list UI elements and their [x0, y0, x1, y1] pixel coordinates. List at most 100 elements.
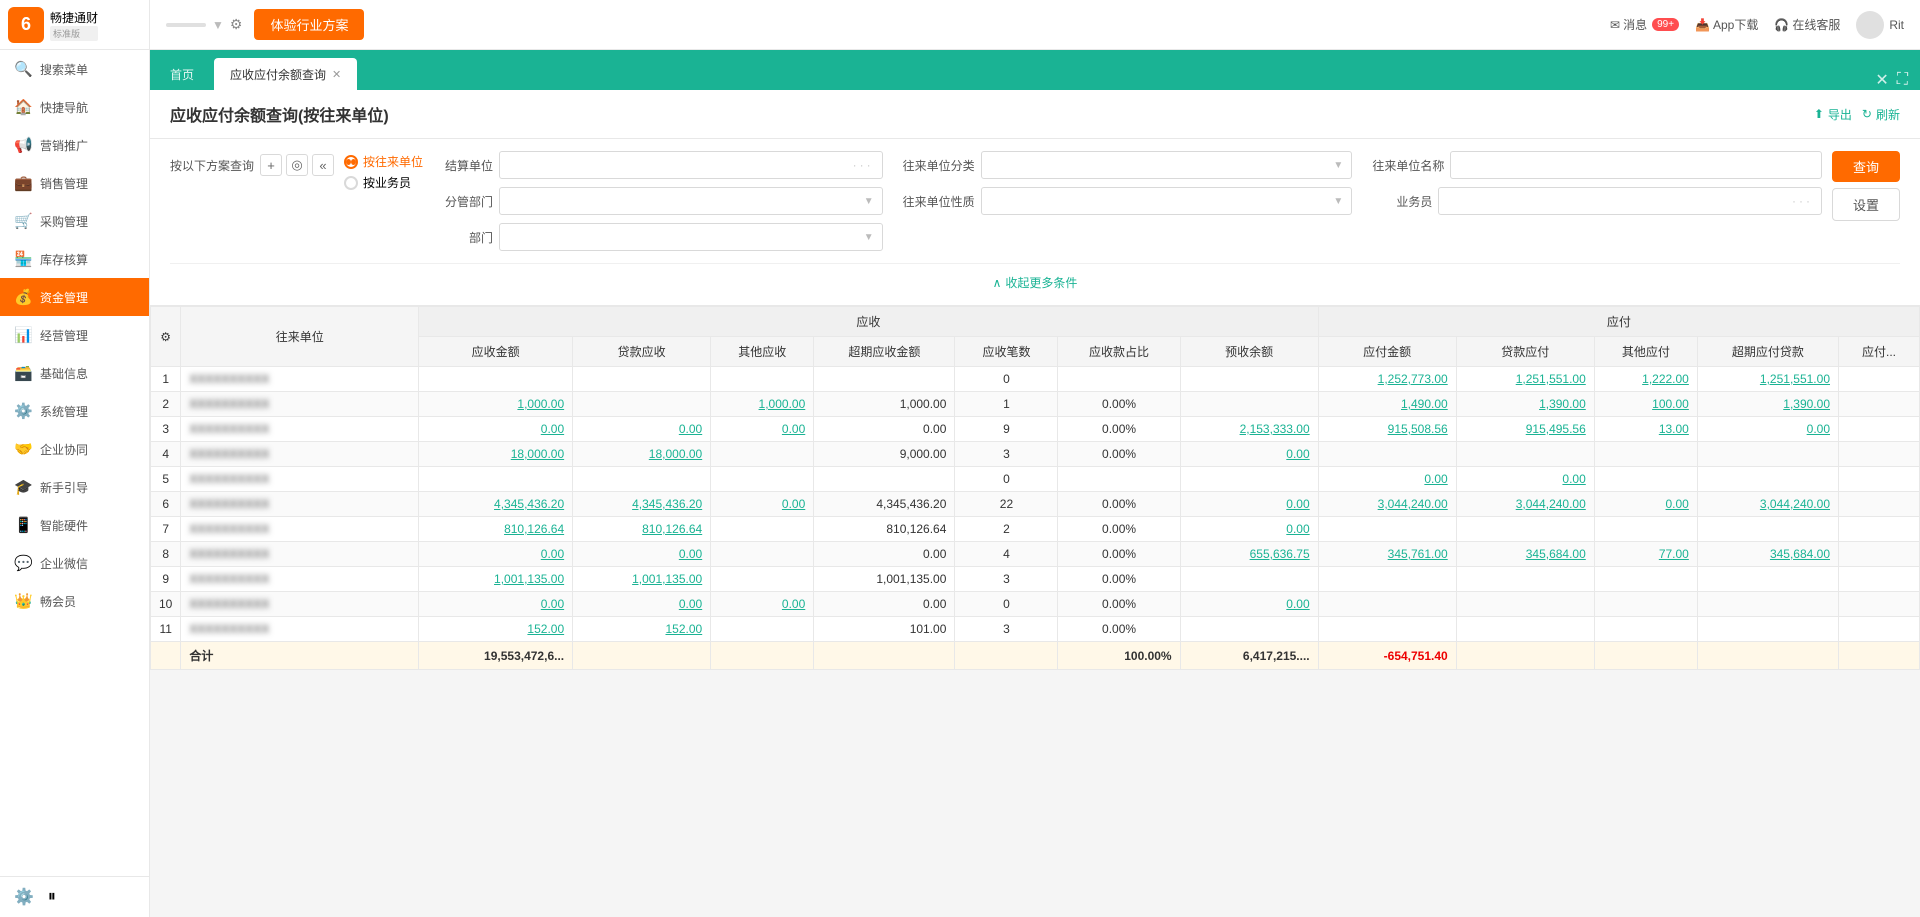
sidebar-item-quick-nav[interactable]: 🏠 快捷导航: [0, 88, 149, 126]
sidebar-item-guide[interactable]: 🎓 新手引导: [0, 468, 149, 506]
table-cell-link[interactable]: 13.00: [1659, 422, 1689, 436]
salesman-input[interactable]: ···: [1438, 187, 1822, 215]
settlement-unit-input[interactable]: ···: [499, 151, 883, 179]
table-cell-link[interactable]: 3,044,240.00: [1760, 497, 1830, 511]
dept-input[interactable]: ▼: [499, 223, 883, 251]
sidebar-item-collab[interactable]: 🤝 企业协同: [0, 430, 149, 468]
table-cell-link[interactable]: 18,000.00: [649, 447, 702, 461]
table-cell-link[interactable]: 0.00: [541, 422, 564, 436]
table-cell-link[interactable]: 152.00: [665, 622, 702, 636]
table-cell-link[interactable]: 0.00: [541, 597, 564, 611]
table-cell-link[interactable]: 0.00: [1286, 447, 1309, 461]
table-cell-link[interactable]: 0.00: [679, 547, 702, 561]
gear-icon[interactable]: ⚙: [230, 16, 243, 33]
table-cell: XXXXXXXXXX: [181, 517, 419, 542]
scheme-radio-by-salesman[interactable]: 按业务员: [344, 174, 423, 191]
dept-manager-input[interactable]: ▼: [499, 187, 883, 215]
table-cell-link[interactable]: 345,684.00: [1526, 547, 1586, 561]
table-cell-link[interactable]: 0.00: [782, 597, 805, 611]
table-cell-link[interactable]: 1,251,551.00: [1516, 372, 1586, 386]
sidebar-item-hardware[interactable]: 📱 智能硬件: [0, 506, 149, 544]
sidebar-item-inventory[interactable]: 🏪 库存核算: [0, 240, 149, 278]
table-cell-link[interactable]: 915,495.56: [1526, 422, 1586, 436]
table-cell-link[interactable]: 1,390.00: [1783, 397, 1830, 411]
table-cell-link[interactable]: 0.00: [541, 547, 564, 561]
sidebar-item-weixin[interactable]: 💬 企业微信: [0, 544, 149, 582]
table-cell-link[interactable]: 345,684.00: [1770, 547, 1830, 561]
window-expand-icon[interactable]: ⛶: [1897, 71, 1908, 89]
table-cell-link[interactable]: 0.00: [679, 597, 702, 611]
query-btn[interactable]: 查询: [1832, 151, 1900, 182]
table-cell-link[interactable]: 0.00: [1286, 522, 1309, 536]
window-close-icon[interactable]: ✕: [1875, 70, 1888, 90]
sidebar-item-member[interactable]: 👑 畅会员: [0, 582, 149, 620]
sidebar-item-finance[interactable]: 💰 资金管理: [0, 278, 149, 316]
total-label: 合计: [181, 642, 419, 670]
table-cell-link[interactable]: 0.00: [1286, 497, 1309, 511]
tab-home[interactable]: 首页: [154, 58, 210, 90]
sidebar-item-sales[interactable]: 💼 销售管理: [0, 164, 149, 202]
table-cell-link[interactable]: 1,490.00: [1401, 397, 1448, 411]
table-cell-link[interactable]: 0.00: [782, 497, 805, 511]
table-cell-link[interactable]: 0.00: [1666, 497, 1689, 511]
solution-btn[interactable]: 体验行业方案: [254, 9, 364, 40]
table-settings-icon[interactable]: ⚙: [160, 330, 171, 344]
sidebar-item-ops[interactable]: 📊 经营管理: [0, 316, 149, 354]
sidebar-item-marketing[interactable]: 📢 营销推广: [0, 126, 149, 164]
tab-close-icon[interactable]: ✕: [332, 68, 341, 81]
table-cell-link[interactable]: 1,222.00: [1642, 372, 1689, 386]
table-cell-link[interactable]: 152.00: [527, 622, 564, 636]
table-cell-link[interactable]: 2,153,333.00: [1240, 422, 1310, 436]
collapse-scheme-btn[interactable]: «: [312, 154, 334, 176]
table-cell-link[interactable]: 0.00: [1424, 472, 1447, 486]
table-cell-link[interactable]: 915,508.56: [1388, 422, 1448, 436]
table-cell-link[interactable]: 0.00: [1286, 597, 1309, 611]
export-btn[interactable]: ⬆ 导出: [1814, 106, 1852, 123]
table-cell-link[interactable]: 810,126.64: [642, 522, 702, 536]
table-cell-link[interactable]: 1,001,135.00: [494, 572, 564, 586]
refresh-btn[interactable]: ↻ 刷新: [1862, 106, 1900, 123]
tab-ar-ap[interactable]: 应收应付余额查询 ✕: [214, 58, 357, 90]
table-cell-link[interactable]: 77.00: [1659, 547, 1689, 561]
collapse-more-btn[interactable]: ∧ 收起更多条件: [170, 268, 1900, 297]
sidebar-item-system[interactable]: ⚙️ 系统管理: [0, 392, 149, 430]
partner-name-input[interactable]: [1450, 151, 1822, 179]
add-scheme-btn[interactable]: +: [260, 154, 282, 176]
table-cell-link[interactable]: 1,000.00: [517, 397, 564, 411]
sidebar-item-base[interactable]: 🗃️ 基础信息: [0, 354, 149, 392]
table-cell-link[interactable]: 0.00: [782, 422, 805, 436]
table-cell-link[interactable]: 0.00: [1807, 422, 1830, 436]
scheme-radio-by-unit[interactable]: 按往来单位: [344, 153, 423, 170]
options-scheme-btn[interactable]: ◎: [286, 154, 308, 176]
table-cell-link[interactable]: 100.00: [1652, 397, 1689, 411]
table-cell-link[interactable]: 345,761.00: [1388, 547, 1448, 561]
table-cell: 3,044,240.00: [1318, 492, 1456, 517]
table-cell-link[interactable]: 18,000.00: [511, 447, 564, 461]
table-cell-link[interactable]: 3,044,240.00: [1516, 497, 1586, 511]
table-cell-link[interactable]: 3,044,240.00: [1378, 497, 1448, 511]
table-cell-link[interactable]: 4,345,436.20: [632, 497, 702, 511]
table-cell-link[interactable]: 1,252,773.00: [1378, 372, 1448, 386]
online-support-action[interactable]: 🎧 在线客服: [1774, 16, 1840, 33]
partner-nature-input[interactable]: ▼: [981, 187, 1353, 215]
table-cell-link[interactable]: 1,000.00: [759, 397, 806, 411]
table-cell-link[interactable]: 810,126.64: [504, 522, 564, 536]
sidebar-item-search-menu[interactable]: 🔍 搜索菜单: [0, 50, 149, 88]
table-cell-link[interactable]: 4,345,436.20: [494, 497, 564, 511]
table-cell-link[interactable]: 1,001,135.00: [632, 572, 702, 586]
table-cell-link[interactable]: 1,251,551.00: [1760, 372, 1830, 386]
collapse-icon[interactable]: ⏸: [48, 888, 56, 906]
table-cell-link[interactable]: 0.00: [1562, 472, 1585, 486]
sidebar-item-purchase[interactable]: 🛒 采购管理: [0, 202, 149, 240]
field-partner-name: 往来单位名称: [1372, 151, 1822, 179]
messages-action[interactable]: ✉ 消息 99+: [1610, 16, 1679, 33]
table-cell-link[interactable]: 1,390.00: [1539, 397, 1586, 411]
table-cell-link[interactable]: 655,636.75: [1250, 547, 1310, 561]
partner-category-input[interactable]: ▼: [981, 151, 1353, 179]
settings-btn[interactable]: 设置: [1832, 188, 1900, 221]
col-settings[interactable]: ⚙: [151, 307, 181, 367]
user-area[interactable]: Rit: [1856, 11, 1904, 39]
settings-icon[interactable]: ⚙️: [14, 887, 34, 907]
table-cell-link[interactable]: 0.00: [679, 422, 702, 436]
app-download-action[interactable]: 📥 App下载: [1695, 16, 1758, 33]
